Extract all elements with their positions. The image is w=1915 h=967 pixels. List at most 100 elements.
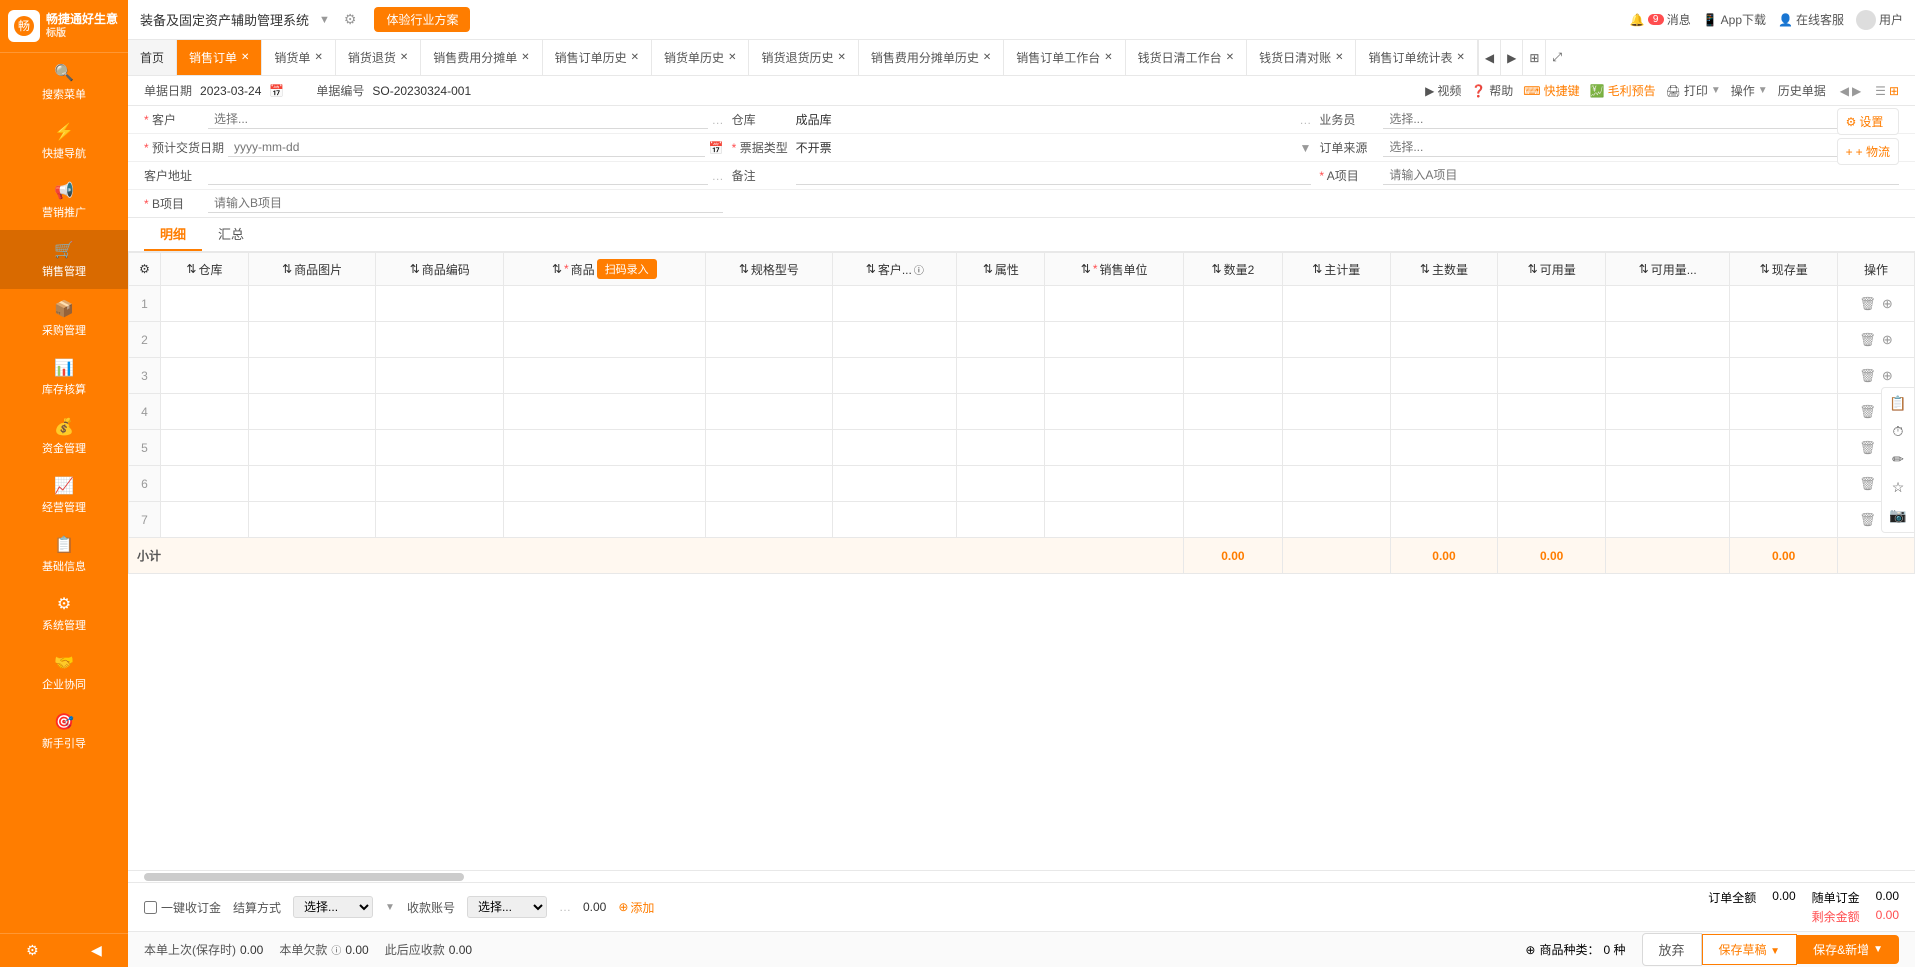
cell-attr-5[interactable] xyxy=(957,430,1045,466)
cell-mqty-6[interactable] xyxy=(1390,466,1498,502)
method-select[interactable]: 选择... xyxy=(293,896,373,918)
settings-icon[interactable]: ⚙ xyxy=(344,11,357,28)
plan-button[interactable]: 体验行业方案 xyxy=(374,7,470,32)
discard-button[interactable]: 放弃 xyxy=(1642,933,1702,966)
shortcut-btn[interactable]: ⌨ 快捷键 xyxy=(1523,82,1579,99)
tab-statistics[interactable]: 销售订单统计表 ✕ xyxy=(1356,40,1477,76)
th-avail-sort-icon[interactable]: ⇅ xyxy=(1528,262,1538,276)
cell-name-4[interactable] xyxy=(504,394,706,430)
cell-mqty-7[interactable] xyxy=(1390,502,1498,538)
delete-icon-1[interactable]: 🗑 xyxy=(1859,296,1876,312)
tab-expense-history-close[interactable]: ✕ xyxy=(983,52,991,63)
tab-expense-close[interactable]: ✕ xyxy=(521,52,529,63)
sidebar-item-finance[interactable]: 💰 资金管理 xyxy=(0,407,128,466)
tab-expand-btn[interactable]: ⤢ xyxy=(1545,40,1568,76)
tab-return-close[interactable]: ✕ xyxy=(400,52,408,63)
notification-item[interactable]: 🔔 9 消息 xyxy=(1630,11,1691,28)
delete-icon-5[interactable]: 🗑 xyxy=(1859,440,1876,456)
cell-attr-3[interactable] xyxy=(957,358,1045,394)
cell-ccode-3[interactable] xyxy=(833,358,957,394)
cell-avail-3[interactable] xyxy=(1498,358,1606,394)
sidebar-item-quick-nav[interactable]: ⚡ 快捷导航 xyxy=(0,112,128,171)
user-item[interactable]: 用户 xyxy=(1856,10,1903,30)
cell-unit-7[interactable] xyxy=(1045,502,1184,538)
tab-return-history[interactable]: 销货退货历史 ✕ xyxy=(749,40,858,76)
cell-mqty-3[interactable] xyxy=(1390,358,1498,394)
tab-more-btn[interactable]: ⊞ xyxy=(1522,40,1545,76)
cell-avail-2[interactable] xyxy=(1498,322,1606,358)
cell-mqty-2[interactable] xyxy=(1390,322,1498,358)
copy-icon-1[interactable]: ⊕ xyxy=(1882,296,1893,312)
cell-munit-4[interactable] xyxy=(1282,394,1390,430)
cell-warehouse-1[interactable] xyxy=(161,286,249,322)
cell-warehouse-4[interactable] xyxy=(161,394,249,430)
cell-avail2-7[interactable] xyxy=(1606,502,1730,538)
cell-ccode-2[interactable] xyxy=(833,322,957,358)
copy-icon-2[interactable]: ⊕ xyxy=(1882,332,1893,348)
cell-qty2-4[interactable] xyxy=(1183,394,1282,430)
tab-cash-account[interactable]: 钱货日清对账 ✕ xyxy=(1247,40,1356,76)
cell-avail2-6[interactable] xyxy=(1606,466,1730,502)
cell-name-3[interactable] xyxy=(504,358,706,394)
tab-order-history-close[interactable]: ✕ xyxy=(631,52,639,63)
collapse-icon[interactable]: ◀ xyxy=(91,942,102,959)
tab-sales-order[interactable]: 销售订单 ✕ xyxy=(177,40,262,76)
cell-avail2-4[interactable] xyxy=(1606,394,1730,430)
cell-stock-3[interactable] xyxy=(1730,358,1838,394)
remark-input[interactable] xyxy=(796,166,1312,185)
cell-warehouse-3[interactable] xyxy=(161,358,249,394)
sidebar-item-system[interactable]: ⚙ 系统管理 xyxy=(0,584,128,643)
cell-warehouse-6[interactable] xyxy=(161,466,249,502)
sidebar-item-marketing[interactable]: 📢 营销推广 xyxy=(0,171,128,230)
th-ccode-sort-icon[interactable]: ⇅ xyxy=(866,262,876,276)
history-btn[interactable]: 历史单据 xyxy=(1778,82,1826,99)
cell-spec-7[interactable] xyxy=(705,502,833,538)
cell-attr-6[interactable] xyxy=(957,466,1045,502)
tab-order-history[interactable]: 销售订单历史 ✕ xyxy=(543,40,652,76)
cell-munit-1[interactable] xyxy=(1282,286,1390,322)
a-project-input[interactable] xyxy=(1383,166,1899,185)
cell-stock-5[interactable] xyxy=(1730,430,1838,466)
th-avail2-sort-icon[interactable]: ⇅ xyxy=(1639,262,1649,276)
cell-spec-2[interactable] xyxy=(705,322,833,358)
cell-spec-3[interactable] xyxy=(705,358,833,394)
cell-code-5[interactable] xyxy=(376,430,504,466)
scan-button[interactable]: 扫码录入 xyxy=(597,259,657,279)
delivery-calendar-icon[interactable]: 📅 xyxy=(709,141,724,155)
delete-icon-7[interactable]: 🗑 xyxy=(1859,512,1876,528)
tab-statistics-close[interactable]: ✕ xyxy=(1457,52,1465,63)
tab-sales-order-close[interactable]: ✕ xyxy=(241,52,249,63)
sidebar-item-inventory[interactable]: 📊 库存核算 xyxy=(0,348,128,407)
debit-info-icon[interactable]: ⓘ xyxy=(331,942,341,957)
th-settings[interactable]: ⚙ xyxy=(129,253,161,286)
cell-ccode-4[interactable] xyxy=(833,394,957,430)
cell-qty2-2[interactable] xyxy=(1183,322,1282,358)
th-name-sort-icon[interactable]: ⇅ xyxy=(552,262,562,276)
online-service-item[interactable]: 👤 在线客服 xyxy=(1778,11,1844,28)
settings-bottom-icon[interactable]: ⚙ xyxy=(26,942,39,959)
tab-prev-btn[interactable]: ◀ xyxy=(1478,40,1500,76)
cell-code-3[interactable] xyxy=(376,358,504,394)
detail-tab-summary[interactable]: 汇总 xyxy=(202,218,260,251)
system-dropdown-icon[interactable]: ▼ xyxy=(319,14,330,26)
cell-attr-1[interactable] xyxy=(957,286,1045,322)
cell-stock-2[interactable] xyxy=(1730,322,1838,358)
print-dropdown[interactable]: ▼ xyxy=(1711,85,1721,96)
tab-cash-workbench[interactable]: 钱货日清工作台 ✕ xyxy=(1126,40,1247,76)
cell-unit-4[interactable] xyxy=(1045,394,1184,430)
cell-avail-7[interactable] xyxy=(1498,502,1606,538)
right-panel-icon-4[interactable]: ☆ xyxy=(1886,476,1910,500)
th-qty2-sort-icon[interactable]: ⇅ xyxy=(1212,262,1222,276)
cell-munit-7[interactable] xyxy=(1282,502,1390,538)
tab-workbench[interactable]: 销售订单工作台 ✕ xyxy=(1004,40,1125,76)
tab-goods-history-close[interactable]: ✕ xyxy=(728,52,736,63)
cell-attr-4[interactable] xyxy=(957,394,1045,430)
cell-code-7[interactable] xyxy=(376,502,504,538)
right-panel-icon-5[interactable]: 📷 xyxy=(1886,504,1910,528)
right-panel-icon-3[interactable]: ✏ xyxy=(1886,448,1910,472)
draft-button[interactable]: 保存草稿 ▼ xyxy=(1702,934,1798,965)
cell-ccode-5[interactable] xyxy=(833,430,957,466)
cell-unit-3[interactable] xyxy=(1045,358,1184,394)
settings-float-btn[interactable]: ⚙ 设置 xyxy=(1837,108,1899,135)
th-code-sort-icon[interactable]: ⇅ xyxy=(410,262,420,276)
